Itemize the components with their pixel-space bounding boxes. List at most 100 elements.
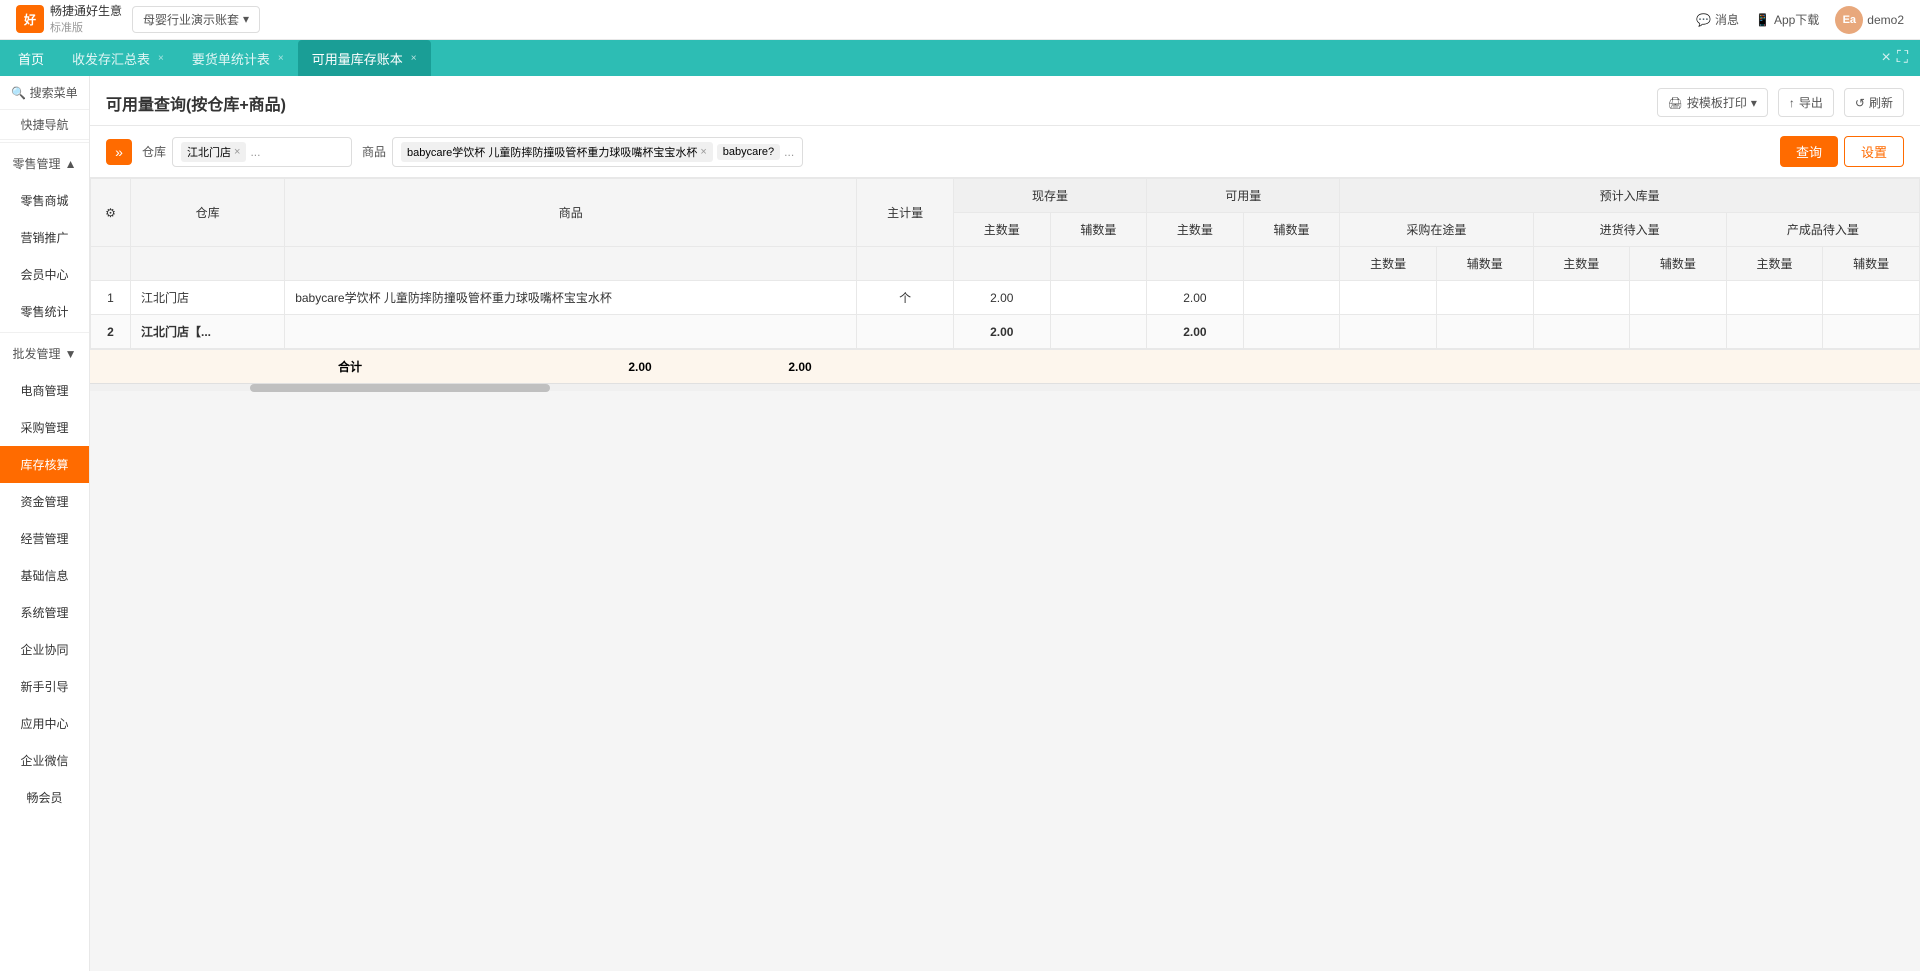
table-row: 1 江北门店 babycare学饮杯 儿童防摔防撞吸管杯重力球吸嘴杯宝宝水杯 个… — [91, 281, 1920, 315]
tab-order[interactable]: 要货单统计表 × — [178, 40, 298, 76]
sidebar-item-new-guide[interactable]: 新手引导 — [0, 668, 89, 705]
sidebar-item-retail-mall[interactable]: 零售商城 — [0, 182, 89, 219]
close-tab-icon[interactable]: × — [1881, 49, 1890, 67]
sidebar-item-basic-info[interactable]: 基础信息 — [0, 557, 89, 594]
export-label: 导出 — [1799, 94, 1823, 111]
print-icon: 🖨 — [1668, 96, 1683, 110]
tab-home[interactable]: 首页 — [4, 40, 58, 76]
row2-pp-main — [1533, 315, 1630, 349]
sidebar-search[interactable]: 🔍 搜索菜单 — [0, 76, 89, 110]
sidebar-item-ops-mgmt[interactable]: 经营管理 — [0, 520, 89, 557]
app-label: App下载 — [1774, 11, 1819, 28]
settings-icon: ⚙ — [105, 206, 116, 220]
sidebar-item-retail-mgmt[interactable]: 零售管理 ▲ — [0, 145, 89, 182]
product-filter-group: 商品 babycare学饮杯 儿童防摔防撞吸管杯重力球吸嘴杯宝宝水杯 × bab… — [362, 137, 803, 167]
industry-selector[interactable]: 母婴行业演示账套 ▾ — [132, 6, 260, 33]
table-footer: 合计 2.00 2.00 — [90, 349, 1920, 383]
print-label: 按模板打印 — [1687, 94, 1747, 111]
sidebar-item-wholesale-mgmt[interactable]: 批发管理 ▼ — [0, 335, 89, 372]
col-sub-empty6 — [1050, 247, 1147, 281]
bottom-scrollbar[interactable] — [90, 383, 1920, 391]
row2-stock-aux — [1050, 315, 1147, 349]
sidebar-item-member-vip[interactable]: 畅会员 — [0, 779, 89, 816]
row1-pp-main — [1533, 281, 1630, 315]
col-product-header: 商品 — [285, 179, 857, 247]
user-profile[interactable]: Ea demo2 — [1835, 6, 1904, 34]
setting-btn[interactable]: 设置 — [1844, 136, 1904, 167]
product-filter-input[interactable]: babycare学饮杯 儿童防摔防撞吸管杯重力球吸嘴杯宝宝水杯 × babyca… — [392, 137, 803, 167]
sidebar-item-finance[interactable]: 资金管理 — [0, 483, 89, 520]
warehouse-more[interactable]: ... — [250, 145, 260, 159]
export-btn[interactable]: ↑ 导出 — [1778, 88, 1834, 117]
product-tag-1-close[interactable]: × — [700, 146, 706, 158]
sidebar-item-enterprise[interactable]: 企业协同 — [0, 631, 89, 668]
tab-income-label: 收发存汇总表 — [72, 49, 150, 68]
retail-stats-label: 零售统计 — [20, 303, 68, 320]
product-more[interactable]: ... — [784, 145, 794, 159]
tab-available[interactable]: 可用量库存账本 × — [298, 40, 431, 76]
query-btn[interactable]: 查询 — [1780, 136, 1838, 167]
product-tag-1: babycare学饮杯 儿童防摔防撞吸管杯重力球吸嘴杯宝宝水杯 × — [401, 142, 713, 162]
sidebar-item-marketing[interactable]: 营销推广 — [0, 219, 89, 256]
avatar: Ea — [1835, 6, 1863, 34]
tab-order-close[interactable]: × — [278, 53, 284, 64]
sidebar-item-purchase[interactable]: 采购管理 — [0, 409, 89, 446]
col-available-main: 主数量 — [1147, 213, 1244, 247]
data-table: ⚙ 仓库 商品 主计量 现存量 可用量 预计入库量 主数量 辅数量 主数量 辅数… — [90, 178, 1920, 349]
sidebar-item-system[interactable]: 系统管理 — [0, 594, 89, 631]
basic-info-label: 基础信息 — [20, 567, 68, 584]
tab-available-close[interactable]: × — [411, 53, 417, 64]
search-icon: 🔍 — [11, 86, 26, 100]
scroll-thumb[interactable] — [250, 384, 550, 392]
row1-prod-main — [1726, 281, 1823, 315]
sidebar-item-ecommerce[interactable]: 电商管理 — [0, 372, 89, 409]
sidebar-item-enterprise-wechat[interactable]: 企业微信 — [0, 742, 89, 779]
col-purchase-pending-header: 进货待入量 — [1533, 213, 1726, 247]
row2-warehouse: 江北门店【... — [131, 315, 285, 349]
purchase-label: 采购管理 — [20, 419, 68, 436]
refresh-btn[interactable]: ↺ 刷新 — [1844, 88, 1904, 117]
row1-pt-main — [1340, 281, 1437, 315]
footer-available-main: 2.00 — [788, 360, 811, 374]
export-icon: ↑ — [1789, 96, 1795, 110]
col-product-pending-aux: 辅数量 — [1823, 247, 1920, 281]
col-warehouse-header: 仓库 — [131, 179, 285, 247]
col-sub-empty7 — [1147, 247, 1244, 281]
row1-settings[interactable]: 1 — [91, 281, 131, 315]
filter-toggle-btn[interactable]: » — [106, 139, 132, 165]
tab-income-close[interactable]: × — [158, 53, 164, 64]
warehouse-filter-input[interactable]: 江北门店 × ... — [172, 137, 352, 167]
col-purchase-pending-main: 主数量 — [1533, 247, 1630, 281]
sidebar-quick-nav[interactable]: 快捷导航 — [0, 110, 89, 140]
inventory-label: 库存核算 — [20, 456, 68, 473]
row2-prod-main — [1726, 315, 1823, 349]
row2-prod-aux — [1823, 315, 1920, 349]
logo-text-block: 畅捷通好生意 标准版 — [50, 4, 122, 34]
chevron-up-icon: ▲ — [65, 157, 77, 171]
print-btn[interactable]: 🖨 按模板打印 ▾ — [1657, 88, 1768, 117]
col-sub-empty4 — [857, 247, 954, 281]
message-btn[interactable]: 💬 消息 — [1696, 11, 1739, 28]
sidebar-item-member[interactable]: 会员中心 — [0, 256, 89, 293]
tab-income[interactable]: 收发存汇总表 × — [58, 40, 178, 76]
message-icon: 💬 — [1696, 13, 1711, 27]
row1-stock-main: 2.00 — [953, 281, 1050, 315]
finance-label: 资金管理 — [20, 493, 68, 510]
warehouse-tag-close[interactable]: × — [234, 146, 240, 158]
page-header: 可用量查询(按仓库+商品) 🖨 按模板打印 ▾ ↑ 导出 ↺ 刷新 — [90, 76, 1920, 126]
print-chevron-icon: ▾ — [1751, 96, 1757, 110]
page-actions: 🖨 按模板打印 ▾ ↑ 导出 ↺ 刷新 — [1657, 88, 1904, 117]
row1-warehouse: 江北门店 — [131, 281, 285, 315]
fullscreen-icon[interactable]: ⛶ — [1897, 49, 1908, 67]
col-settings[interactable]: ⚙ — [91, 179, 131, 247]
product-tag-2-value: babycare? — [723, 146, 774, 158]
warehouse-filter-label: 仓库 — [142, 143, 166, 160]
sidebar-item-app-center[interactable]: 应用中心 — [0, 705, 89, 742]
sidebar-divider-2 — [0, 332, 89, 333]
chevron-down-icon-2: ▼ — [65, 347, 77, 361]
app-download-btn[interactable]: 📱 App下载 — [1755, 11, 1819, 28]
sidebar-item-retail-stats[interactable]: 零售统计 — [0, 293, 89, 330]
sidebar-item-inventory[interactable]: 库存核算 — [0, 446, 89, 483]
col-purchase-transit-header: 采购在途量 — [1340, 213, 1533, 247]
top-bar-left: 好 畅捷通好生意 标准版 母婴行业演示账套 ▾ — [16, 4, 260, 34]
